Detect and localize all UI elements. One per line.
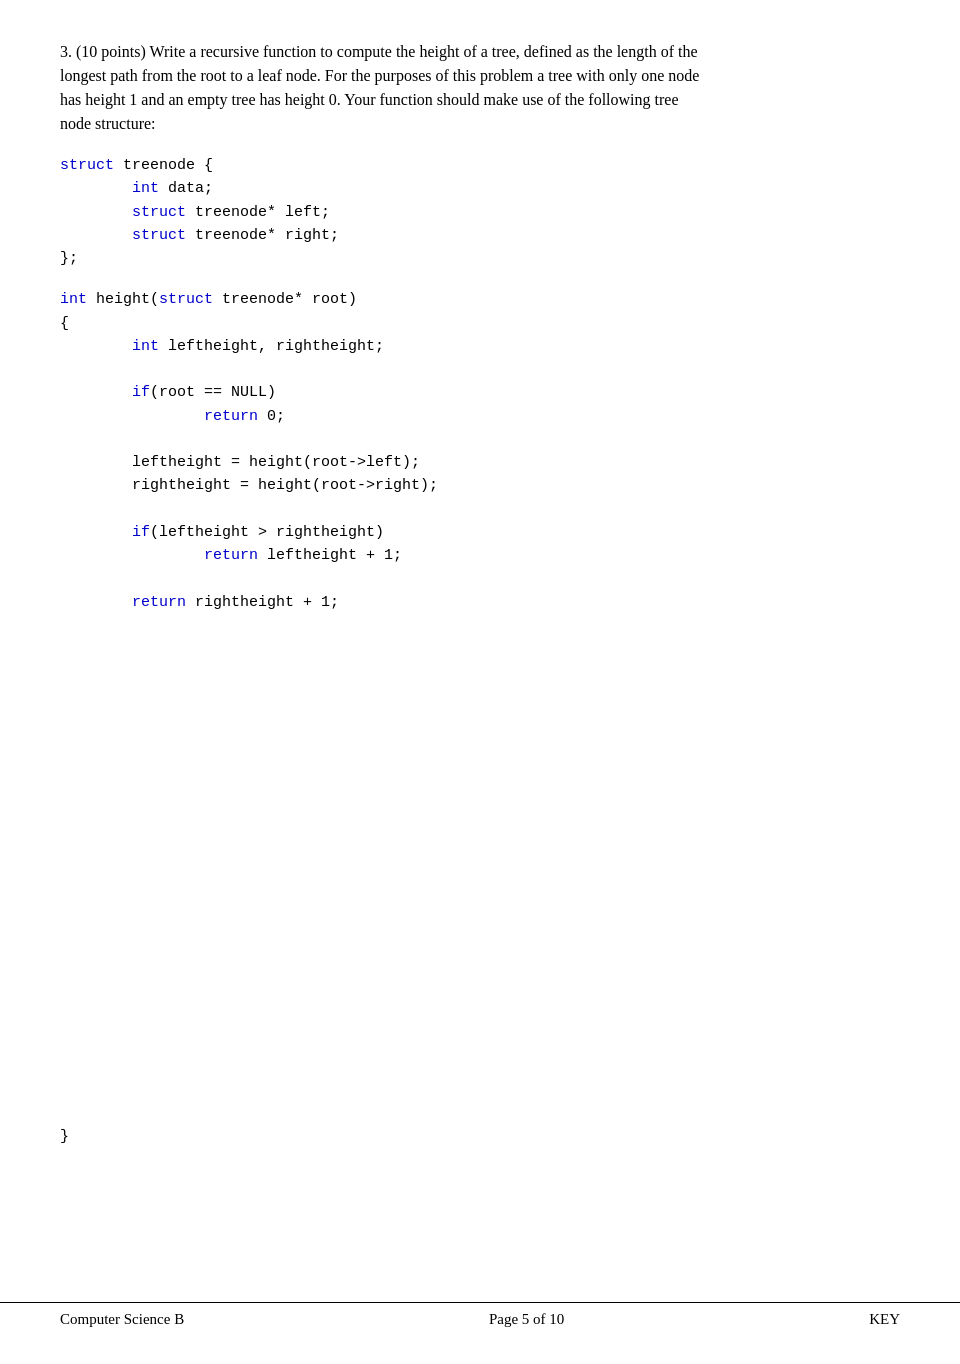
function-body-blank11 <box>60 753 900 776</box>
function-body-blank9 <box>60 707 900 730</box>
function-body-blank15 <box>60 846 900 869</box>
function-body-blank6 <box>60 637 900 660</box>
function-open: { <box>60 312 900 335</box>
struct-line-4: }; <box>60 247 900 270</box>
function-body-blank2 <box>60 428 900 451</box>
function-code-block: int height(struct treenode* root) { int … <box>60 288 900 1148</box>
function-body-blank7 <box>60 660 900 683</box>
function-body-0: int leftheight, rightheight; <box>60 335 900 358</box>
struct-code-block: struct treenode { int data; struct treen… <box>60 154 900 270</box>
question-points: (10 points) <box>76 43 146 60</box>
function-body-blank4 <box>60 567 900 590</box>
function-body-blank25 <box>60 1079 900 1102</box>
function-body-blank14 <box>60 823 900 846</box>
function-body-blank23 <box>60 1032 900 1055</box>
function-body-blank10 <box>60 730 900 753</box>
question-line5: Your function should make use of the fol… <box>344 91 678 108</box>
function-body-blank19 <box>60 939 900 962</box>
struct-line-0: struct treenode { <box>60 154 900 177</box>
function-body-blank18 <box>60 916 900 939</box>
page: 3. (10 points) Write a recursive functio… <box>0 0 960 1364</box>
function-body-5: if(leftheight > rightheight) <box>60 521 900 544</box>
question-line3: For the purposes of this problem a tree … <box>325 67 700 84</box>
function-body-blank21 <box>60 986 900 1009</box>
function-signature: int height(struct treenode* root) <box>60 288 900 311</box>
question-line4: has height 1 and an empty tree has heigh… <box>60 91 341 108</box>
question-line1: Write a recursive function to compute th… <box>150 43 698 60</box>
function-body-blank3 <box>60 498 900 521</box>
footer: Computer Science B Page 5 of 10 KEY <box>0 1302 960 1328</box>
struct-line-3: struct treenode* right; <box>60 224 900 247</box>
function-body-6: return leftheight + 1; <box>60 544 900 567</box>
function-body-7: return rightheight + 1; <box>60 591 900 614</box>
function-body-blank13 <box>60 800 900 823</box>
function-body-blank17 <box>60 893 900 916</box>
function-body-blank1 <box>60 358 900 381</box>
function-body-blank24 <box>60 1056 900 1079</box>
footer-page: Page 5 of 10 <box>489 1311 564 1328</box>
question-line2: longest path from the root to a leaf nod… <box>60 67 321 84</box>
function-body-4: rightheight = height(root->right); <box>60 474 900 497</box>
function-body-2: return 0; <box>60 405 900 428</box>
function-body-blank5 <box>60 614 900 637</box>
function-body-blank8 <box>60 684 900 707</box>
function-body-blank16 <box>60 870 900 893</box>
function-body-blank26 <box>60 1102 900 1125</box>
question-number: 3. <box>60 43 72 60</box>
question-text: 3. (10 points) Write a recursive functio… <box>60 40 900 136</box>
struct-line-1: int data; <box>60 177 900 200</box>
function-body-3: leftheight = height(root->left); <box>60 451 900 474</box>
function-body-blank22 <box>60 1009 900 1032</box>
function-body-blank12 <box>60 777 900 800</box>
footer-key: KEY <box>869 1311 900 1328</box>
function-body-1: if(root == NULL) <box>60 381 900 404</box>
struct-line-2: struct treenode* left; <box>60 201 900 224</box>
function-body-blank20 <box>60 963 900 986</box>
function-close: } <box>60 1125 900 1148</box>
question-line6: node structure: <box>60 115 156 132</box>
footer-course: Computer Science B <box>60 1311 184 1328</box>
